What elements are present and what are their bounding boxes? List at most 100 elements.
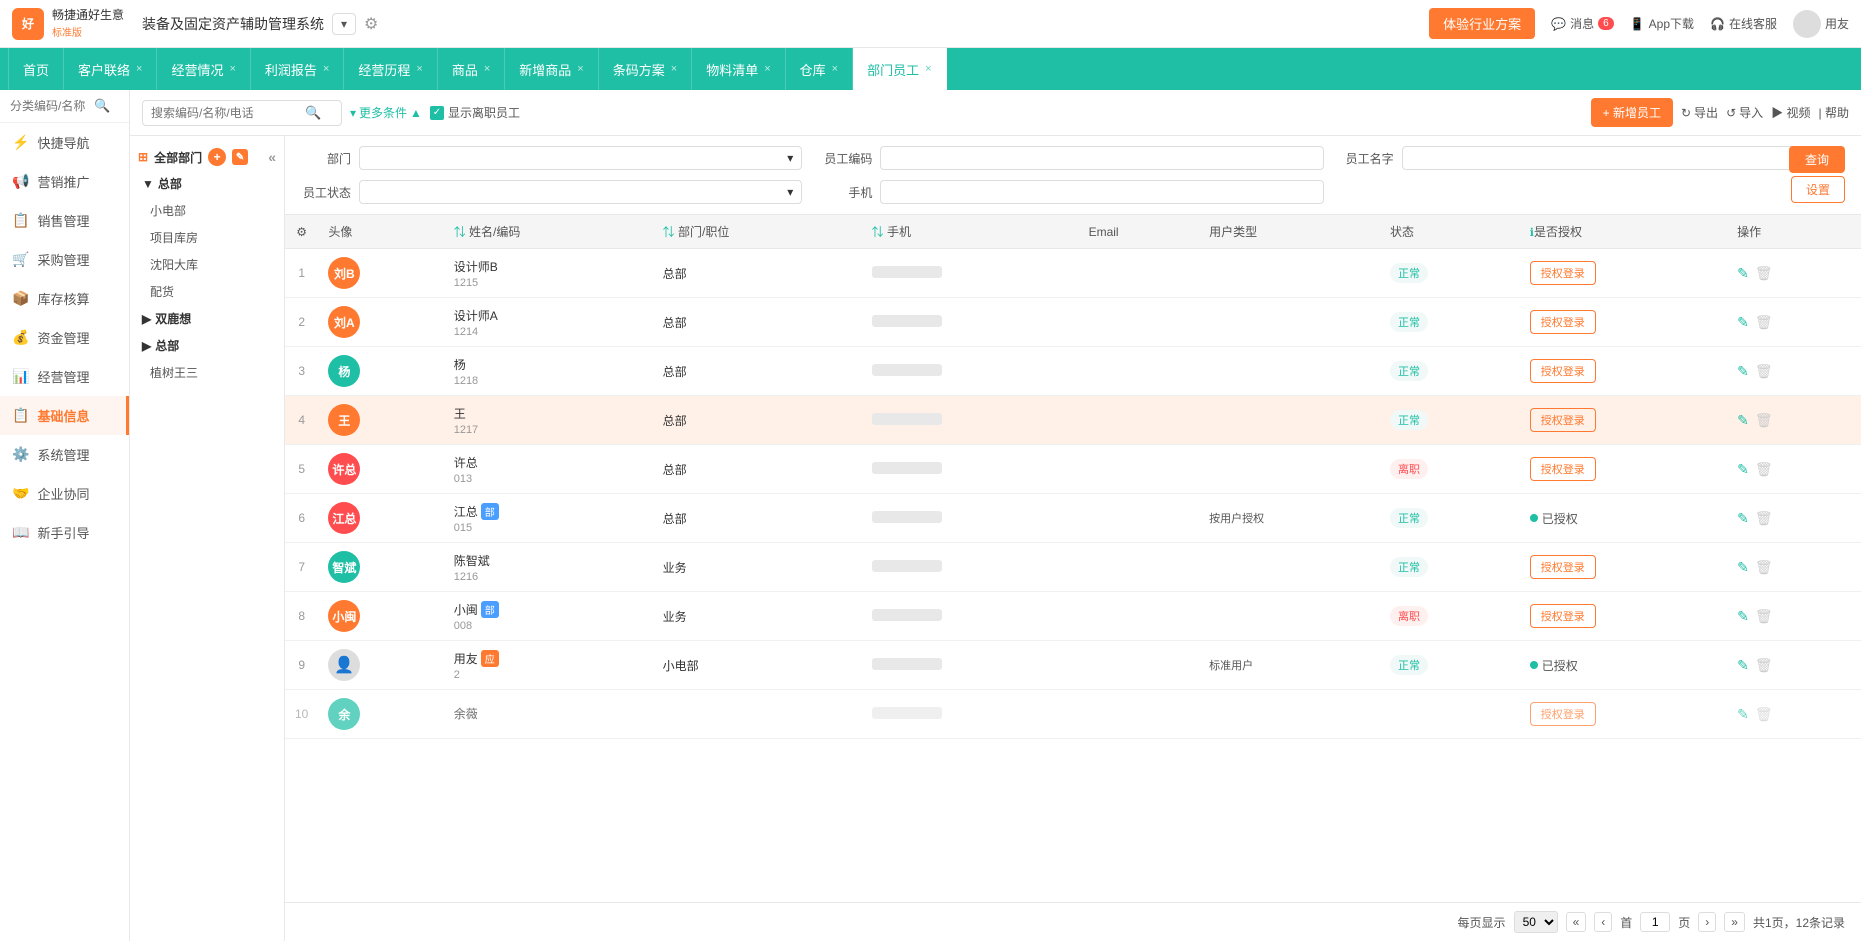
edit-btn[interactable]: ✎ <box>1737 265 1749 282</box>
nav-close-customer[interactable]: × <box>136 63 142 75</box>
query-button[interactable]: 查询 <box>1789 146 1845 173</box>
nav-item-add-goods[interactable]: 新增商品 × <box>505 48 598 90</box>
nav-close-warehouse[interactable]: × <box>832 63 838 75</box>
delete-btn[interactable]: 🗑 <box>1755 461 1773 478</box>
dept-item-distribution[interactable]: 配货 <box>130 278 284 305</box>
add-employee-button[interactable]: + 新增员工 <box>1591 98 1673 127</box>
auth-login-btn[interactable]: 授权登录 <box>1530 359 1596 383</box>
online-service-btn[interactable]: 🎧 在线客服 <box>1710 15 1777 32</box>
auth-login-btn[interactable]: 授权登录 <box>1530 555 1596 579</box>
search-input[interactable] <box>151 106 301 120</box>
gear-icon-btn[interactable]: ⚙ <box>364 14 378 34</box>
show-resigned-checkbox[interactable]: ✓ <box>430 106 444 120</box>
delete-btn[interactable]: 🗑 <box>1755 412 1773 429</box>
system-dropdown-btn[interactable]: ▾ <box>332 13 356 35</box>
nav-close-barcode[interactable]: × <box>671 63 677 75</box>
dept-filter-select[interactable]: ▾ <box>359 146 802 170</box>
nav-close-history[interactable]: × <box>416 63 422 75</box>
edit-btn[interactable]: ✎ <box>1737 706 1749 723</box>
prev-page-btn[interactable]: ‹ <box>1594 912 1612 932</box>
nav-item-goods[interactable]: 商品 × <box>438 48 505 90</box>
edit-btn[interactable]: ✎ <box>1737 412 1749 429</box>
nav-close-operation[interactable]: × <box>229 63 235 75</box>
phone-filter-input[interactable] <box>880 180 1323 204</box>
sidebar-item-sales[interactable]: 📋 销售管理 <box>0 201 129 240</box>
trial-button[interactable]: 体验行业方案 <box>1429 8 1535 39</box>
delete-btn[interactable]: 🗑 <box>1755 510 1773 527</box>
nav-item-barcode[interactable]: 条码方案 × <box>599 48 692 90</box>
import-button[interactable]: ↺ 导入 <box>1726 104 1763 121</box>
per-page-select[interactable]: 50 <box>1514 911 1558 933</box>
nav-close-department[interactable]: × <box>925 63 931 75</box>
first-page-btn[interactable]: « <box>1566 912 1587 932</box>
sidebar-item-collab[interactable]: 🤝 企业协同 <box>0 474 129 513</box>
sort-name-icon[interactable]: ⇅ <box>454 225 466 239</box>
emp-code-input[interactable] <box>880 146 1323 170</box>
user-area[interactable]: 用友 <box>1793 10 1849 38</box>
dept-item-zhishu[interactable]: 植树王三 <box>130 359 284 386</box>
dept-item-project[interactable]: 项目库房 <box>130 224 284 251</box>
auth-login-btn[interactable]: 授权登录 <box>1530 604 1596 628</box>
more-filter-btn[interactable]: ▾ 更多条件 ▲ <box>350 104 422 121</box>
sidebar-search-input[interactable] <box>10 99 90 113</box>
edit-btn[interactable]: ✎ <box>1737 363 1749 380</box>
sidebar-item-marketing[interactable]: 📢 营销推广 <box>0 162 129 201</box>
page-number-input[interactable] <box>1640 912 1670 932</box>
dept-item-xiaodian[interactable]: 小电部 <box>130 197 284 224</box>
export-button[interactable]: ↻ 导出 <box>1681 104 1718 121</box>
sidebar-item-purchase[interactable]: 🛒 采购管理 <box>0 240 129 279</box>
nav-item-history[interactable]: 经营历程 × <box>344 48 437 90</box>
set-button[interactable]: 设置 <box>1791 176 1845 203</box>
help-btn[interactable]: | 帮助 <box>1819 104 1849 121</box>
auth-login-btn[interactable]: 授权登录 <box>1530 457 1596 481</box>
nav-item-bom[interactable]: 物料清单 × <box>692 48 785 90</box>
delete-btn[interactable]: 🗑 <box>1755 559 1773 576</box>
edit-btn[interactable]: ✎ <box>1737 657 1749 674</box>
sidebar-item-basic[interactable]: 📋 基础信息 <box>0 396 129 435</box>
message-btn[interactable]: 💬 消息 6 <box>1551 15 1614 32</box>
sidebar-item-quick-nav[interactable]: ⚡ 快捷导航 <box>0 123 129 162</box>
next-page-btn[interactable]: › <box>1698 912 1716 932</box>
nav-item-warehouse[interactable]: 仓库 × <box>786 48 853 90</box>
dept-item-shenyang[interactable]: 沈阳大库 <box>130 251 284 278</box>
delete-btn[interactable]: 🗑 <box>1755 608 1773 625</box>
nav-close-bom[interactable]: × <box>764 63 770 75</box>
auth-login-btn[interactable]: 授权登录 <box>1530 261 1596 285</box>
nav-close-goods[interactable]: × <box>484 63 490 75</box>
edit-btn[interactable]: ✎ <box>1737 461 1749 478</box>
edit-btn[interactable]: ✎ <box>1737 510 1749 527</box>
delete-btn[interactable]: 🗑 <box>1755 706 1773 723</box>
sort-dept-icon[interactable]: ⇅ <box>663 225 675 239</box>
emp-name-input[interactable] <box>1402 146 1845 170</box>
dept-edit-btn[interactable]: ✎ <box>232 149 248 165</box>
nav-close-add-goods[interactable]: × <box>577 63 583 75</box>
nav-close-profit[interactable]: × <box>323 63 329 75</box>
auth-login-btn[interactable]: 授权登录 <box>1530 310 1596 334</box>
video-btn[interactable]: ▶ 视频 <box>1771 104 1810 121</box>
dept-group-shuangluxiang[interactable]: ▶ 双鹿想 <box>130 305 284 332</box>
sidebar-item-business[interactable]: 📊 经营管理 <box>0 357 129 396</box>
auth-login-btn[interactable]: 授权登录 <box>1530 702 1596 726</box>
sidebar-item-inventory[interactable]: 📦 库存核算 <box>0 279 129 318</box>
nav-item-home[interactable]: 首页 <box>8 48 64 90</box>
auth-login-btn[interactable]: 授权登录 <box>1530 408 1596 432</box>
nav-item-department[interactable]: 部门员工 × <box>853 48 946 90</box>
nav-item-operation[interactable]: 经营情况 × <box>157 48 250 90</box>
edit-btn[interactable]: ✎ <box>1737 314 1749 331</box>
delete-btn[interactable]: 🗑 <box>1755 314 1773 331</box>
delete-btn[interactable]: 🗑 <box>1755 265 1773 282</box>
nav-item-profit[interactable]: 利润报告 × <box>251 48 344 90</box>
last-page-btn[interactable]: » <box>1724 912 1745 932</box>
delete-btn[interactable]: 🗑 <box>1755 363 1773 380</box>
emp-status-select[interactable]: ▾ <box>359 180 802 204</box>
edit-btn[interactable]: ✎ <box>1737 608 1749 625</box>
dept-group-zongbu[interactable]: ▼ 总部 <box>130 170 284 197</box>
delete-btn[interactable]: 🗑 <box>1755 657 1773 674</box>
nav-item-customer[interactable]: 客户联络 × <box>64 48 157 90</box>
sort-phone-icon[interactable]: ⇅ <box>872 225 884 239</box>
sidebar-item-finance[interactable]: 💰 资金管理 <box>0 318 129 357</box>
app-download-btn[interactable]: 📱 App下载 <box>1630 15 1694 32</box>
dept-collapse-btn[interactable]: « <box>268 149 276 165</box>
sidebar-item-system[interactable]: ⚙️ 系统管理 <box>0 435 129 474</box>
sidebar-item-guide[interactable]: 📖 新手引导 <box>0 513 129 552</box>
